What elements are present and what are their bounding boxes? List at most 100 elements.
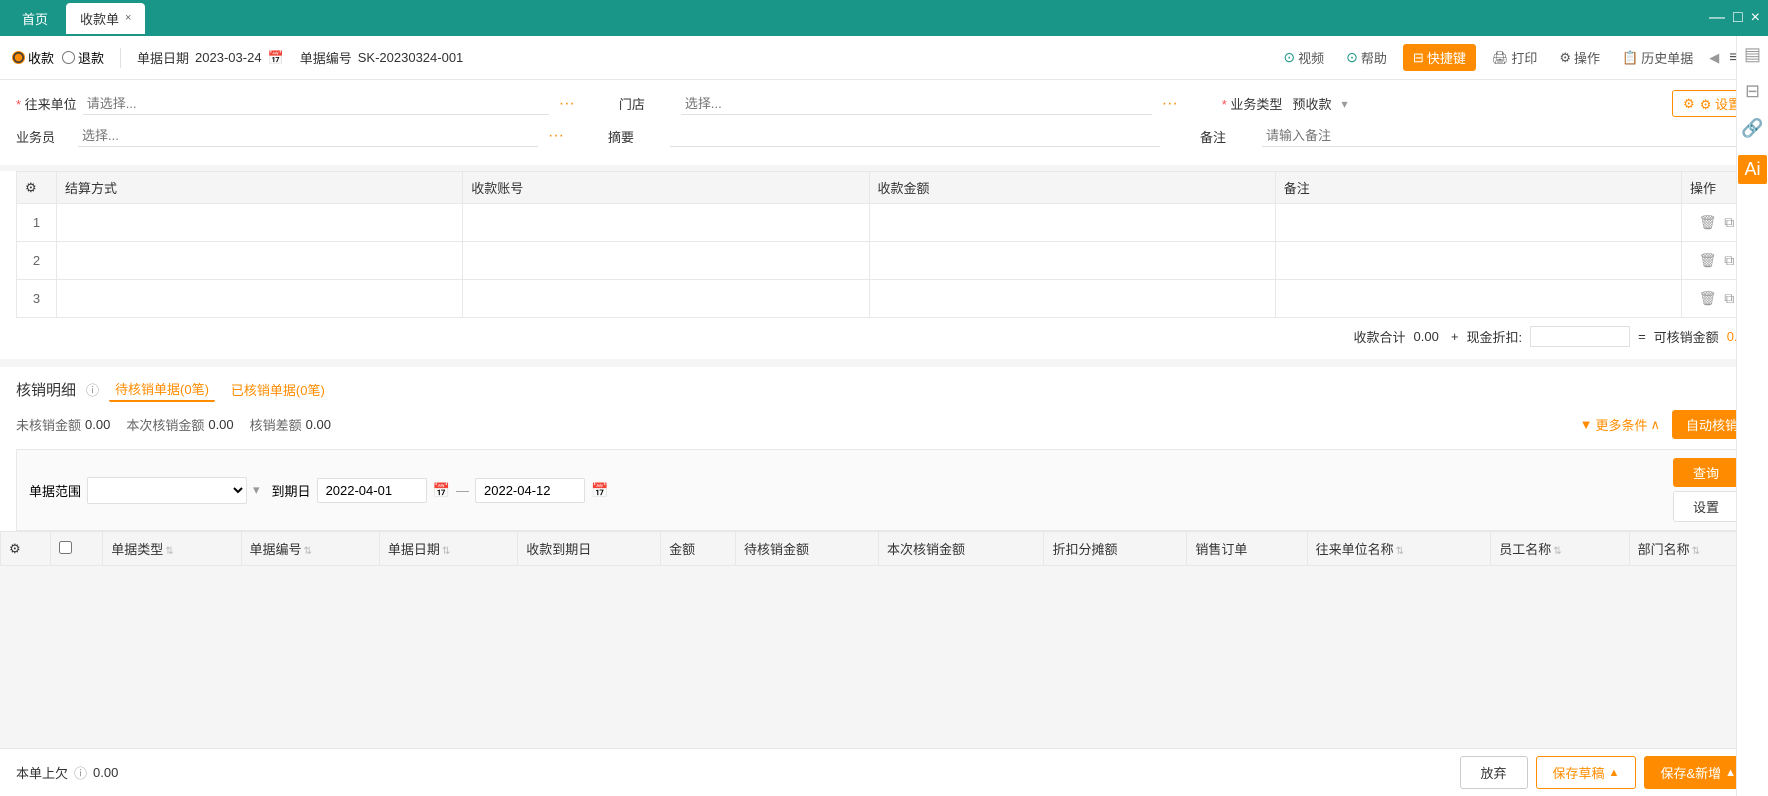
shortcut-btn[interactable]: ⊟ 快捷键 xyxy=(1403,44,1476,71)
cell-account-1[interactable] xyxy=(463,204,869,242)
history-btn[interactable]: 📋 历史单据 xyxy=(1616,45,1699,70)
col-settings-icon[interactable]: ⚙ xyxy=(25,180,37,195)
delete-row-1-icon[interactable]: 🗑 xyxy=(1699,214,1717,230)
copy-row-3-icon[interactable]: ⧉ xyxy=(1724,290,1734,306)
discount-label: 现金折扣: xyxy=(1466,327,1522,346)
receipt-table: ⚙ 结算方式 收款账号 收款金额 备注 操作 xyxy=(16,171,1752,318)
biz-type-value: 预收款 xyxy=(1288,91,1335,116)
radio-receipt[interactable] xyxy=(12,51,25,64)
bt-col-checkbox[interactable] xyxy=(50,532,102,566)
delete-row-2-icon[interactable]: 🗑 xyxy=(1699,252,1717,268)
cell-remark-2[interactable] xyxy=(1275,242,1681,280)
close-icon[interactable]: × xyxy=(1751,9,1760,27)
copy-row-2-icon[interactable]: ⧉ xyxy=(1724,252,1734,268)
account-input-2[interactable] xyxy=(463,242,868,279)
remark-input-1[interactable] xyxy=(1276,204,1681,241)
video-btn[interactable]: ⊙ 视频 xyxy=(1277,45,1330,70)
remark-input-3[interactable] xyxy=(1276,280,1681,317)
cell-remark-1[interactable] xyxy=(1275,204,1681,242)
select-all-checkbox[interactable] xyxy=(59,541,72,554)
salesperson-input[interactable] xyxy=(78,125,538,147)
copy-row-1-icon[interactable]: ⧉ xyxy=(1724,214,1734,230)
doc-range-dropdown-icon[interactable]: ▾ xyxy=(253,482,260,498)
radio-refund[interactable] xyxy=(62,51,75,64)
footer: 本单上欠 ⓘ 0.00 放弃 保存草稿 ▲ 保存&新增 ▲ xyxy=(0,748,1768,796)
biz-type-dropdown-icon[interactable]: ▾ xyxy=(1341,97,1347,111)
settlement-input-3[interactable] xyxy=(57,280,462,317)
tab-home[interactable]: 首页 xyxy=(8,3,62,34)
table-row: 3 🗑 ⧉ xyxy=(17,280,1752,318)
nav-left-icon[interactable]: ◀ xyxy=(1709,50,1719,66)
remark-input-2[interactable] xyxy=(1276,242,1681,279)
counterpart-more-icon[interactable]: ··· xyxy=(555,95,579,113)
save-draft-button[interactable]: 保存草稿 ▲ xyxy=(1536,756,1637,789)
discount-input[interactable] xyxy=(1530,326,1630,347)
sidebar-ai-icon[interactable]: Ai xyxy=(1738,155,1766,184)
account-input-3[interactable] xyxy=(463,280,868,317)
salesperson-more-icon[interactable]: ··· xyxy=(544,127,568,145)
bt-col-counterpart: 往来单位名称⇅ xyxy=(1307,532,1491,566)
delete-row-3-icon[interactable]: 🗑 xyxy=(1699,290,1717,306)
more-conditions-btn[interactable]: ▼ 更多条件 ∧ xyxy=(1580,415,1660,434)
filter-settings-button[interactable]: 设置 xyxy=(1673,491,1739,522)
abandon-button[interactable]: 放弃 xyxy=(1460,756,1528,789)
bt-col-this-recon: 本次核销金额 xyxy=(878,532,1044,566)
history-icon: 📋 xyxy=(1622,50,1638,66)
cell-settlement-3[interactable] xyxy=(57,280,463,318)
sidebar-minus-icon[interactable]: ⊟ xyxy=(1745,81,1760,102)
cell-remark-3[interactable] xyxy=(1275,280,1681,318)
settlement-input-2[interactable] xyxy=(57,242,462,279)
doc-range-select[interactable] xyxy=(87,477,247,504)
date-from-input[interactable] xyxy=(317,478,427,503)
sidebar-link-icon[interactable]: 🔗 xyxy=(1741,118,1763,139)
bt-settings-icon[interactable]: ⚙ xyxy=(9,541,21,556)
maximize-icon[interactable]: □ xyxy=(1733,9,1743,27)
radio-refund-label[interactable]: 退款 xyxy=(62,48,104,67)
this-time-val: 0.00 xyxy=(208,417,233,432)
date-to-cal-icon[interactable]: 📅 xyxy=(591,482,608,499)
cell-amount-3[interactable] xyxy=(869,280,1275,318)
remark-input[interactable] xyxy=(1262,125,1752,147)
date-from-cal-icon[interactable]: 📅 xyxy=(433,482,450,499)
radio-receipt-label[interactable]: 收款 xyxy=(12,48,54,67)
account-input-1[interactable] xyxy=(463,204,868,241)
table-col-settings[interactable]: ⚙ xyxy=(17,172,57,204)
amount-input-1[interactable] xyxy=(870,204,1275,241)
cell-amount-1[interactable] xyxy=(869,204,1275,242)
calendar-icon[interactable]: 📅 xyxy=(268,50,284,66)
bt-col-doc-type: 单据类型⇅ xyxy=(103,532,241,566)
done-tab[interactable]: 已核销单据(0笔) xyxy=(225,378,331,401)
tab-receipt[interactable]: 收款单 × xyxy=(66,3,145,34)
recon-info-icon[interactable]: ⓘ xyxy=(86,380,99,399)
store-input[interactable] xyxy=(681,93,1152,115)
cell-settlement-2[interactable] xyxy=(57,242,463,280)
cell-account-3[interactable] xyxy=(463,280,869,318)
date-dash: — xyxy=(456,483,469,498)
query-button[interactable]: 查询 xyxy=(1673,458,1739,487)
print-btn[interactable]: 🖨 打印 xyxy=(1486,45,1544,70)
minimize-icon[interactable]: — xyxy=(1709,9,1725,27)
footer-info-icon[interactable]: ⓘ xyxy=(74,763,87,782)
store-more-icon[interactable]: ··· xyxy=(1158,95,1182,113)
receipt-table-wrap: ⚙ 结算方式 收款账号 收款金额 备注 操作 xyxy=(0,171,1768,318)
operations-btn[interactable]: ⚙ 操作 xyxy=(1553,45,1606,70)
cell-account-2[interactable] xyxy=(463,242,869,280)
summary-input[interactable] xyxy=(670,125,1160,147)
amount-input-3[interactable] xyxy=(870,280,1275,317)
help-btn[interactable]: ⊙ 帮助 xyxy=(1340,45,1393,70)
cell-amount-2[interactable] xyxy=(869,242,1275,280)
recon-title: 核销明细 xyxy=(16,379,76,400)
remark-label: 备注 xyxy=(1200,127,1256,146)
pending-tab[interactable]: 待核销单据(0笔) xyxy=(109,377,215,402)
counterpart-input[interactable] xyxy=(83,93,549,115)
tab-close-icon[interactable]: × xyxy=(125,12,131,24)
settlement-input-1[interactable] xyxy=(57,204,462,241)
date-to-input[interactable] xyxy=(475,478,585,503)
bt-col-settings[interactable]: ⚙ xyxy=(1,532,51,566)
bt-col-due-date: 收款到期日 xyxy=(518,532,661,566)
amount-input-2[interactable] xyxy=(870,242,1275,279)
receipt-label: 收款单 xyxy=(80,9,119,28)
sidebar-table-icon[interactable]: ▤ xyxy=(1744,44,1761,65)
operations-icon: ⚙ xyxy=(1559,50,1571,66)
cell-settlement-1[interactable] xyxy=(57,204,463,242)
